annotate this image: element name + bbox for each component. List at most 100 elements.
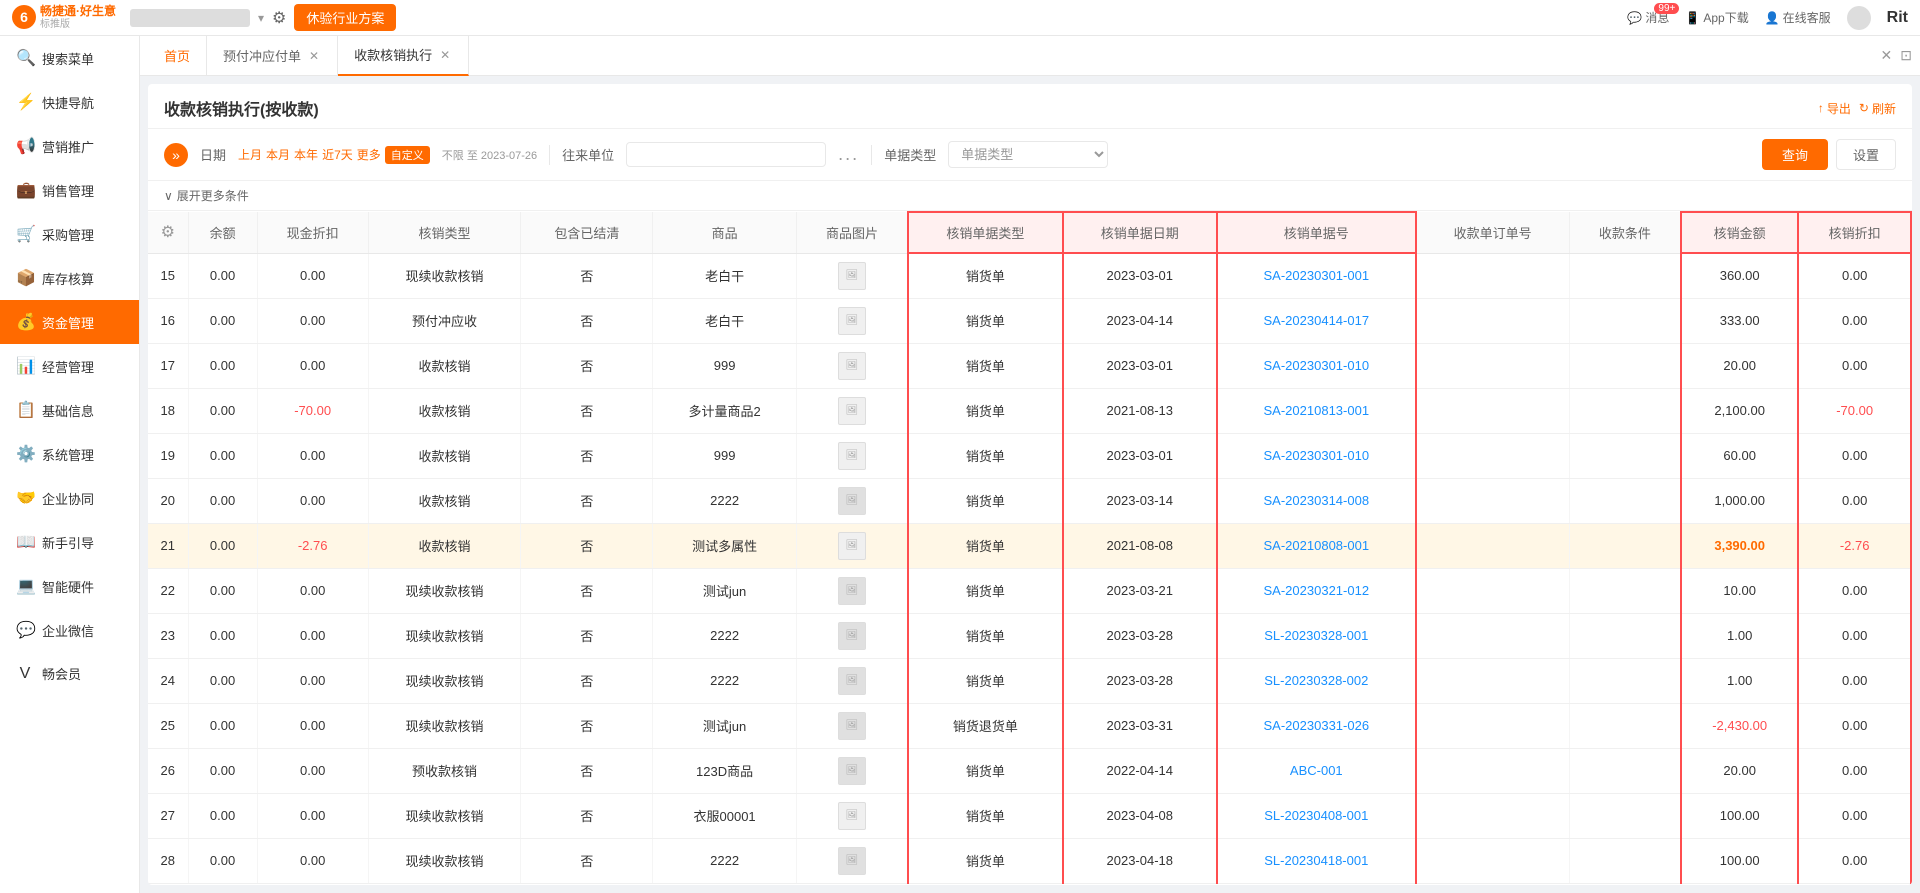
bill-no-link[interactable]: SA-20230301-001 [1264, 268, 1370, 283]
date-filter-label: 日期 [200, 145, 226, 164]
sidebar-item-purchase[interactable]: 🛒 采购管理 [0, 212, 139, 256]
sidebar-item-enterprise[interactable]: 🤝 企业协同 [0, 476, 139, 520]
bill-no-link[interactable]: SL-20230418-001 [1264, 853, 1368, 868]
hardware-icon: 💻 [16, 576, 34, 596]
tab-home[interactable]: 首页 [148, 36, 207, 76]
td-receipt-order-no [1416, 748, 1570, 793]
filter-divider-1 [549, 145, 550, 165]
date-custom-btn[interactable]: 自定义 [385, 146, 430, 164]
td-include-closed: 否 [521, 613, 653, 658]
solution-btn[interactable]: 休验行业方案 [294, 4, 396, 31]
td-include-closed: 否 [521, 298, 653, 343]
td-include-closed: 否 [521, 793, 653, 838]
sidebar-item-operations[interactable]: 📊 经营管理 [0, 344, 139, 388]
sidebar-item-hardware[interactable]: 💻 智能硬件 [0, 564, 139, 608]
date-7days[interactable]: 近7天 [322, 146, 353, 163]
marketing-icon: 📢 [16, 136, 34, 156]
td-product-image: 🖼 [796, 433, 908, 478]
tab-close-all-btn[interactable]: ✕ [1881, 47, 1893, 64]
message-btn[interactable]: 💬 消息 99+ [1627, 9, 1669, 26]
bill-no-link[interactable]: SA-20230301-010 [1264, 448, 1370, 463]
tab-expand-btn[interactable]: ⊡ [1900, 47, 1912, 64]
td-writeoff-discount: 0.00 [1798, 703, 1911, 748]
bill-type-select[interactable]: 单据类型 [948, 141, 1108, 168]
tab-prepay[interactable]: 预付冲应付单 ✕ [207, 36, 338, 76]
sidebar-label-sales: 销售管理 [42, 181, 94, 200]
td-bill-no: SL-20230328-001 [1217, 613, 1416, 658]
sidebar-item-finance[interactable]: 💰 资金管理 [0, 300, 139, 344]
bill-no-link[interactable]: SA-20230301-010 [1264, 358, 1370, 373]
date-more[interactable]: 更多 [357, 146, 381, 163]
td-writeoff-amount: 1.00 [1681, 613, 1798, 658]
td-id: 23 [148, 613, 188, 658]
expand-more-btn[interactable]: ∨ 展开更多条件 [164, 187, 249, 204]
td-bill-category: 销货退货单 [908, 703, 1062, 748]
date-this-month[interactable]: 本月 [266, 146, 290, 163]
td-receipt-condition [1569, 253, 1681, 298]
bill-no-link[interactable]: SA-20210808-001 [1264, 538, 1370, 553]
td-receipt-condition [1569, 343, 1681, 388]
sidebar-item-marketing[interactable]: 📢 营销推广 [0, 124, 139, 168]
bill-no-link[interactable]: SA-20210813-001 [1264, 403, 1370, 418]
td-writeoff-discount: 0.00 [1798, 253, 1911, 298]
bill-type-label: 单据类型 [884, 145, 936, 164]
settings-gear-icon[interactable]: ⚙ [161, 224, 175, 241]
export-btn[interactable]: ↑ 导出 [1818, 100, 1851, 117]
sidebar-item-search[interactable]: 🔍 搜索菜单 [0, 36, 139, 80]
sidebar-item-system[interactable]: ⚙️ 系统管理 [0, 432, 139, 476]
bill-no-link[interactable]: SA-20230414-017 [1264, 313, 1370, 328]
sidebar-item-quick[interactable]: ⚡ 快捷导航 [0, 80, 139, 124]
td-product: 2222 [653, 613, 797, 658]
date-prev-month[interactable]: 上月 [238, 146, 262, 163]
refresh-btn[interactable]: ↻ 刷新 [1859, 100, 1896, 117]
user-avatar[interactable] [1847, 6, 1871, 30]
date-this-year[interactable]: 本年 [294, 146, 318, 163]
td-id: 16 [148, 298, 188, 343]
bill-no-link[interactable]: SA-20230321-012 [1264, 583, 1370, 598]
app-download-btn[interactable]: 📱 App下载 [1685, 9, 1748, 26]
page-header: 收款核销执行(按收款) ↑ 导出 ↻ 刷新 [148, 84, 1912, 129]
td-product: 2222 [653, 478, 797, 523]
content-area: 首页 预付冲应付单 ✕ 收款核销执行 ✕ ✕ ⊡ 收款核销执行(按收款) [140, 36, 1920, 893]
bill-no-link[interactable]: SA-20230331-026 [1264, 718, 1370, 733]
partner-input[interactable] [626, 142, 826, 167]
td-writeoff-discount: -2.76 [1798, 523, 1911, 568]
th-include-closed: 包含已结清 [521, 212, 653, 253]
download-icon: 📱 [1685, 11, 1700, 25]
tab-writeoff-close[interactable]: ✕ [438, 48, 452, 62]
sidebar-item-member[interactable]: V 畅会员 [0, 652, 139, 695]
bill-no-link[interactable]: SL-20230328-001 [1264, 628, 1368, 643]
table-settings-btn[interactable]: 设置 [1836, 139, 1896, 170]
td-writeoff-type: 现续收款核销 [368, 658, 521, 703]
tab-prepay-close[interactable]: ✕ [307, 49, 321, 63]
bill-no-link[interactable]: SL-20230408-001 [1264, 808, 1368, 823]
bill-no-link[interactable]: SA-20230314-008 [1264, 493, 1370, 508]
filter-expand-btn[interactable]: » [164, 143, 188, 167]
td-product-image: 🖼 [796, 748, 908, 793]
td-bill-category: 销货单 [908, 298, 1062, 343]
td-id: 25 [148, 703, 188, 748]
bill-no-link[interactable]: SL-20230328-002 [1264, 673, 1368, 688]
table-header: ⚙ 余额 现金折扣 核销类型 包含已结清 商品 商品图片 核销单据类型 核销单据… [148, 212, 1911, 253]
tab-writeoff[interactable]: 收款核销执行 ✕ [338, 36, 469, 76]
sidebar-item-basics[interactable]: 📋 基础信息 [0, 388, 139, 432]
td-writeoff-amount: 20.00 [1681, 748, 1798, 793]
product-image: 🖼 [838, 352, 866, 380]
td-product-image: 🖼 [796, 523, 908, 568]
settings-gear-btn[interactable]: ⚙ [272, 8, 286, 28]
chevron-down-btn[interactable]: ▾ [258, 11, 264, 25]
td-product: 衣服00001 [653, 793, 797, 838]
sidebar-item-sales[interactable]: 💼 销售管理 [0, 168, 139, 212]
td-include-closed: 否 [521, 388, 653, 433]
table-row: 26 0.00 0.00 预收款核销 否 123D商品 🖼 销货单 2022-0… [148, 748, 1911, 793]
sidebar-item-wechat[interactable]: 💬 企业微信 [0, 608, 139, 652]
sidebar-item-inventory[interactable]: 📦 库存核算 [0, 256, 139, 300]
bill-no-link[interactable]: ABC-001 [1290, 763, 1343, 778]
query-btn[interactable]: 查询 [1762, 139, 1828, 170]
sidebar-item-guide[interactable]: 📖 新手引导 [0, 520, 139, 564]
online-service-btn[interactable]: 👤 在线客服 [1765, 9, 1831, 26]
table-row: 20 0.00 0.00 收款核销 否 2222 🖼 销货单 2023-03-1… [148, 478, 1911, 523]
td-bill-date: 2023-03-01 [1063, 253, 1217, 298]
td-bill-category: 销货单 [908, 343, 1062, 388]
td-bill-category: 销货单 [908, 568, 1062, 613]
